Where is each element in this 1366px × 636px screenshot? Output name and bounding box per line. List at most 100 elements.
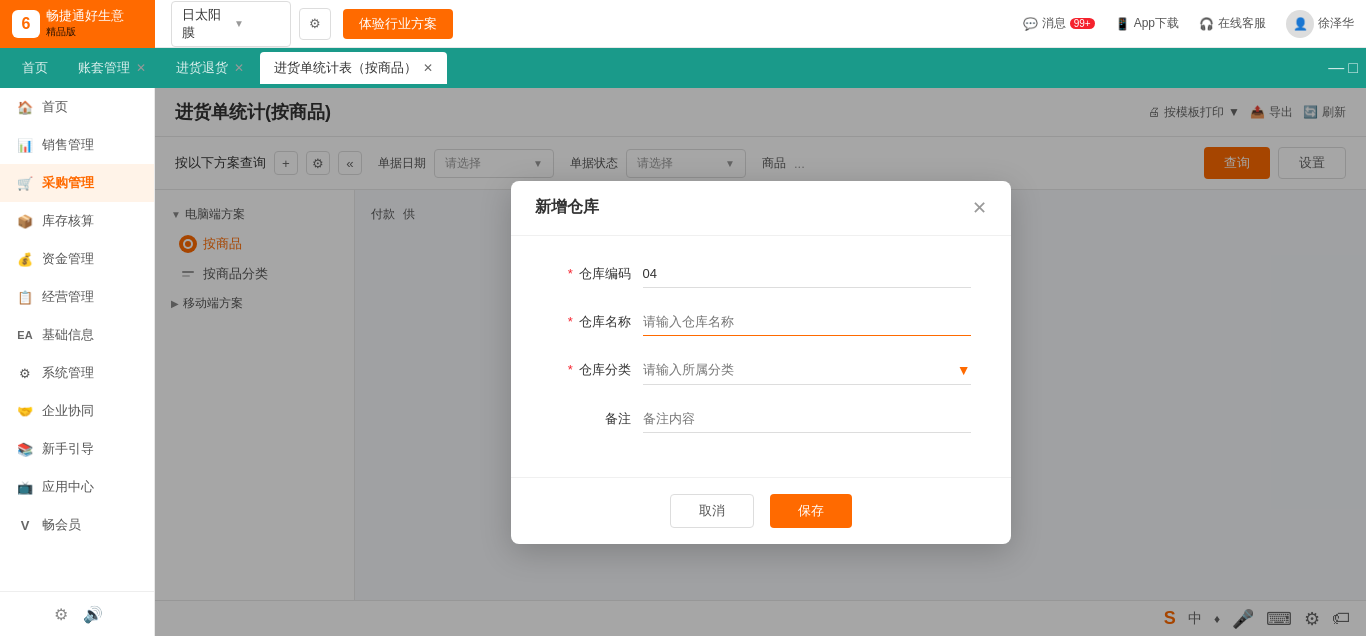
warehouse-remark-label: 备注 [551,410,631,428]
sidebar-item-sales-label: 销售管理 [42,136,94,154]
warehouse-name-row: * 仓库名称 [551,308,971,336]
new-warehouse-dialog: 新增仓库 ✕ * 仓库编码 * [511,181,1011,544]
sidebar-item-finance-label: 资金管理 [42,250,94,268]
tab-purchase-return-close-icon[interactable]: ✕ [234,61,244,75]
sidebar-item-guide[interactable]: 📚 新手引导 [0,430,154,468]
app-icon: 📱 [1115,17,1130,31]
top-right-area: 💬 消息 99+ 📱 App下载 🎧 在线客服 👤 徐泽华 [1023,10,1354,38]
service-label: 在线客服 [1218,15,1266,32]
finance-icon: 💰 [16,250,34,268]
purchase-icon: 🛒 [16,174,34,192]
sidebar-item-home-label: 首页 [42,98,68,116]
required-star-cat: * [568,362,573,377]
enterprise-icon: 🤝 [16,402,34,420]
sidebar-item-finance[interactable]: 💰 资金管理 [0,240,154,278]
gear-icon: ⚙ [309,16,321,31]
sidebar-settings-button[interactable]: ⚙ [47,600,75,628]
dialog-title: 新增仓库 [535,197,599,218]
gear-button[interactable]: ⚙ [299,8,331,40]
brand-name: 畅捷通好生意 [46,8,124,25]
sidebar-item-purchase-label: 采购管理 [42,174,94,192]
warehouse-remark-input[interactable] [643,405,971,433]
sidebar-item-basic-info-label: 基础信息 [42,326,94,344]
minimize-button[interactable]: — [1328,59,1344,77]
sidebar-item-app-center-label: 应用中心 [42,478,94,496]
warehouse-category-input[interactable] [643,362,957,377]
warehouse-category-label: * 仓库分类 [551,361,631,379]
avatar: 👤 [1286,10,1314,38]
tab-purchase-return[interactable]: 进货退货 ✕ [162,52,258,84]
tab-purchase-stats-label: 进货单统计表（按商品） [274,59,417,77]
sidebar-item-operations[interactable]: 📋 经营管理 [0,278,154,316]
tab-bar: 首页 账套管理 ✕ 进货退货 ✕ 进货单统计表（按商品） ✕ — □ [0,48,1366,88]
sidebar-item-vip[interactable]: V 畅会员 [0,506,154,544]
sidebar-item-enterprise[interactable]: 🤝 企业协同 [0,392,154,430]
sidebar-item-inventory-label: 库存核算 [42,212,94,230]
sidebar-nav: 🏠 首页 📊 销售管理 🛒 采购管理 📦 库存核算 💰 资金管理 📋 经 [0,88,154,591]
message-button[interactable]: 💬 消息 99+ [1023,15,1095,32]
dialog-overlay: 新增仓库 ✕ * 仓库编码 * [155,88,1366,636]
sidebar-item-system-label: 系统管理 [42,364,94,382]
guide-icon: 📚 [16,440,34,458]
warehouse-name-input[interactable] [643,308,971,336]
app-center-icon: 📺 [16,478,34,496]
sidebar: 🏠 首页 📊 销售管理 🛒 采购管理 📦 库存核算 💰 资金管理 📋 经 [0,88,155,636]
sidebar-item-purchase[interactable]: 🛒 采购管理 [0,164,154,202]
store-arrow-icon: ▼ [234,18,280,29]
tab-purchase-return-label: 进货退货 [176,59,228,77]
inventory-icon: 📦 [16,212,34,230]
vip-icon: V [16,516,34,534]
sidebar-bottom: ⚙ 🔊 [0,591,154,636]
tab-home-label: 首页 [22,59,48,77]
sidebar-item-app-center[interactable]: 📺 应用中心 [0,468,154,506]
message-label: 消息 [1042,15,1066,32]
sidebar-item-operations-label: 经营管理 [42,288,94,306]
sidebar-item-inventory[interactable]: 📦 库存核算 [0,202,154,240]
sidebar-item-system[interactable]: ⚙ 系统管理 [0,354,154,392]
sidebar-item-guide-label: 新手引导 [42,440,94,458]
logo-area: 6 畅捷通好生意 精品版 [0,0,155,48]
app-download-button[interactable]: 📱 App下载 [1115,15,1179,32]
sidebar-speaker-button[interactable]: 🔊 [79,600,107,628]
system-icon: ⚙ [16,364,34,382]
edition-label: 精品版 [46,25,124,39]
sidebar-item-vip-label: 畅会员 [42,516,81,534]
warehouse-code-row: * 仓库编码 [551,260,971,288]
operations-icon: 📋 [16,288,34,306]
content-area: 进货单统计(按商品) 🖨 按模板打印 ▼ 📤 导出 🔄 刷新 [155,88,1366,636]
sidebar-item-sales[interactable]: 📊 销售管理 [0,126,154,164]
sidebar-item-basic-info[interactable]: EA 基础信息 [0,316,154,354]
trial-button[interactable]: 体验行业方案 [343,9,453,39]
message-icon: 💬 [1023,17,1038,31]
tab-actions: — □ [1328,59,1358,77]
user-avatar-button[interactable]: 👤 徐泽华 [1286,10,1354,38]
logo-icon: 6 [12,10,40,38]
online-service-button[interactable]: 🎧 在线客服 [1199,15,1266,32]
dialog-body: * 仓库编码 * 仓库名称 [511,236,1011,477]
tab-accounts-close-icon[interactable]: ✕ [136,61,146,75]
maximize-button[interactable]: □ [1348,59,1358,77]
main-layout: 🏠 首页 📊 销售管理 🛒 采购管理 📦 库存核算 💰 资金管理 📋 经 [0,88,1366,636]
dialog-header: 新增仓库 ✕ [511,181,1011,236]
dialog-close-button[interactable]: ✕ [972,197,987,219]
tab-purchase-stats-close-icon[interactable]: ✕ [423,61,433,75]
store-selector[interactable]: 日太阳膜 ▼ [171,1,291,47]
sidebar-item-home[interactable]: 🏠 首页 [0,88,154,126]
warehouse-code-input[interactable] [643,260,971,288]
save-button[interactable]: 保存 [770,494,852,528]
required-star-code: * [568,266,573,281]
store-name: 日太阳膜 [182,6,228,42]
home-icon: 🏠 [16,98,34,116]
basic-info-icon: EA [16,326,34,344]
tab-purchase-stats[interactable]: 进货单统计表（按商品） ✕ [260,52,447,84]
sales-icon: 📊 [16,136,34,154]
warehouse-category-select[interactable]: ▼ [643,356,971,385]
sidebar-item-enterprise-label: 企业协同 [42,402,94,420]
tab-home[interactable]: 首页 [8,52,62,84]
dialog-footer: 取消 保存 [511,477,1011,544]
user-name: 徐泽华 [1318,15,1354,32]
warehouse-category-row: * 仓库分类 ▼ [551,356,971,385]
cancel-button[interactable]: 取消 [670,494,754,528]
tab-accounts[interactable]: 账套管理 ✕ [64,52,160,84]
required-star-name: * [568,314,573,329]
